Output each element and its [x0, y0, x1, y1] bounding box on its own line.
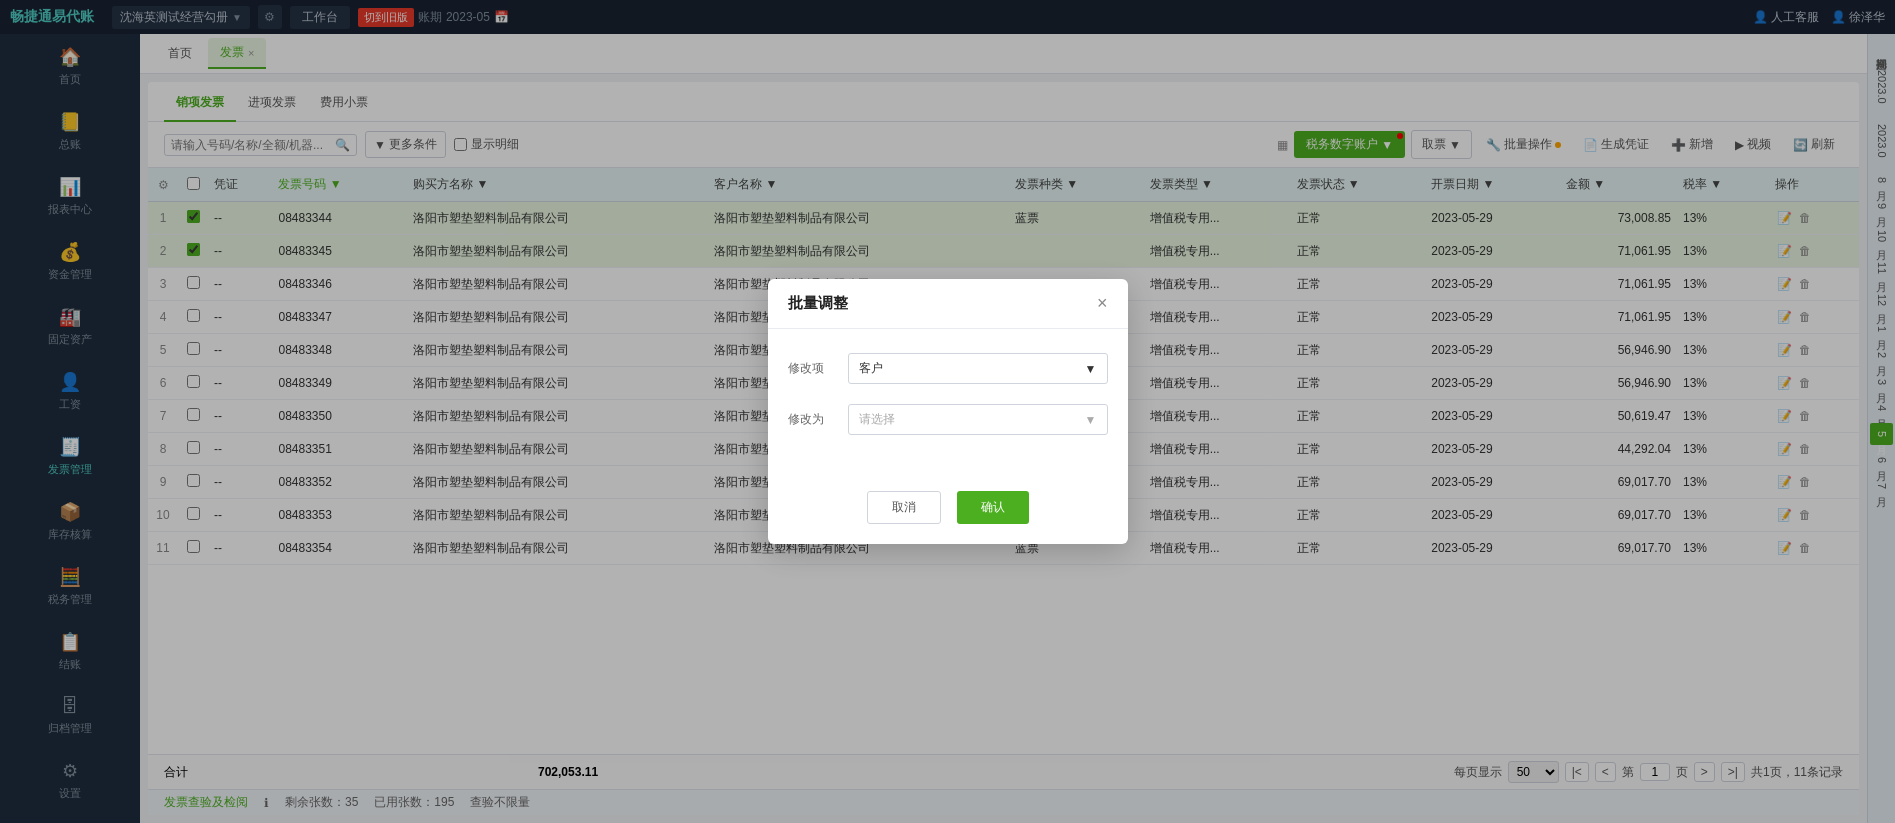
- modal-footer: 取消 确认: [768, 479, 1128, 544]
- modal-body: 修改项 客户 ▼ 修改为 请选择 ▼: [768, 329, 1128, 479]
- field-dropdown-icon: ▼: [1085, 362, 1097, 376]
- modal-modify-label: 修改为: [788, 411, 848, 428]
- modify-dropdown-icon: ▼: [1085, 413, 1097, 427]
- modal-field-label: 修改项: [788, 360, 848, 377]
- modal-field-item: 修改项 客户 ▼: [788, 353, 1108, 384]
- modal-modify-placeholder: 请选择: [859, 411, 895, 428]
- modal-overlay: 批量调整 × 修改项 客户 ▼ 修改为 请选择 ▼ 取消 确认: [0, 0, 1895, 823]
- modal-confirm-button[interactable]: 确认: [957, 491, 1029, 524]
- batch-adjust-modal: 批量调整 × 修改项 客户 ▼ 修改为 请选择 ▼ 取消 确认: [768, 279, 1128, 544]
- modal-modify-selector[interactable]: 请选择 ▼: [848, 404, 1108, 435]
- modal-modify-item: 修改为 请选择 ▼: [788, 404, 1108, 435]
- modal-field-value: 客户: [859, 360, 883, 377]
- modal-close-button[interactable]: ×: [1097, 293, 1108, 314]
- modal-field-selector[interactable]: 客户 ▼: [848, 353, 1108, 384]
- modal-title: 批量调整: [788, 294, 848, 313]
- modal-cancel-button[interactable]: 取消: [867, 491, 941, 524]
- modal-header: 批量调整 ×: [768, 279, 1128, 329]
